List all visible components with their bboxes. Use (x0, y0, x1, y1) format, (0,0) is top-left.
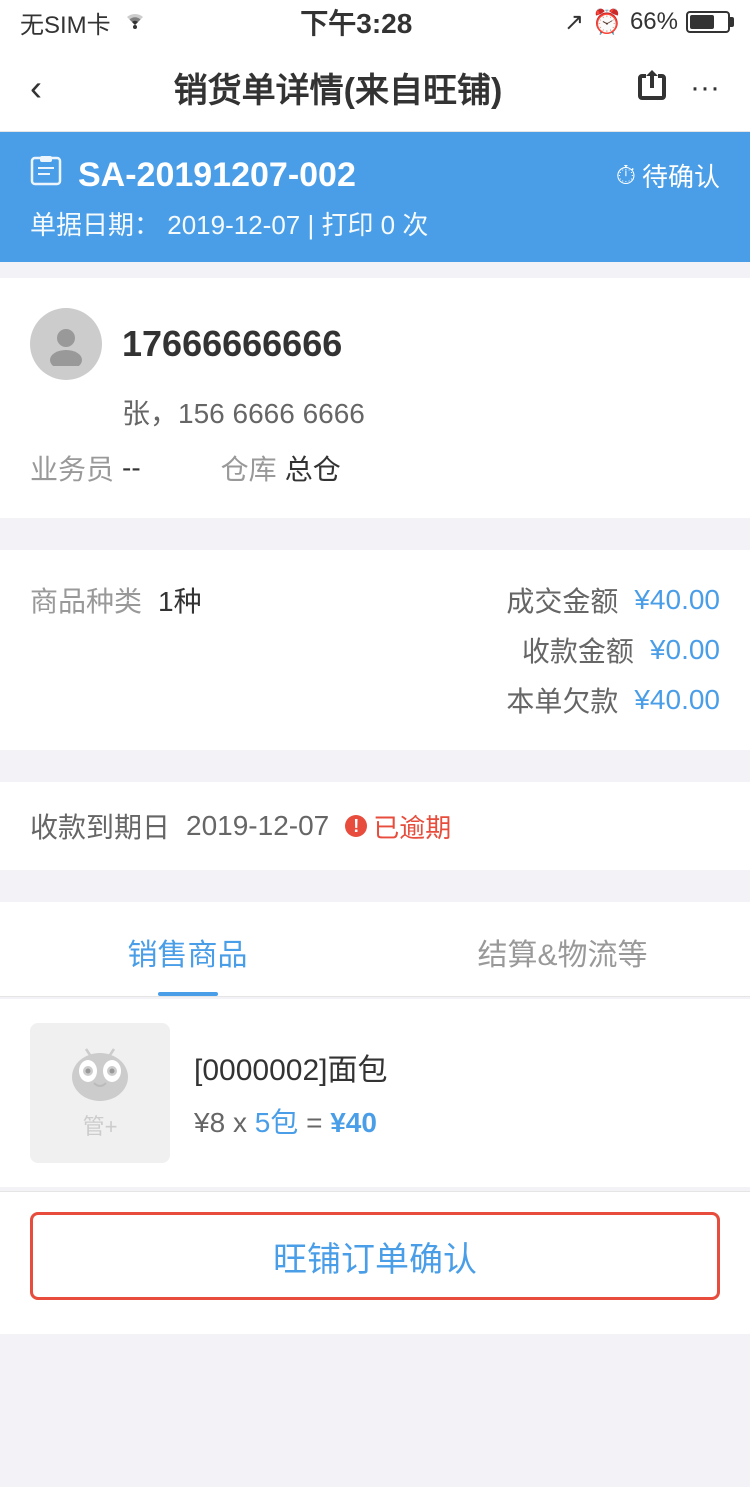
customer-name-phone: 张，156 6666 6666 (30, 392, 720, 432)
overdue-badge: ! 已逾期 (345, 808, 451, 845)
product-item: 管+ [0000002]面包 ¥8 x 5包 = ¥40 (30, 1023, 720, 1163)
order-date: 单据日期： 2019-12-07 | 打印 0 次 (30, 205, 720, 242)
customer-phone: 17666666666 (122, 323, 342, 365)
product-owl-text: 管+ (83, 1109, 118, 1141)
sales-value: -- (122, 452, 141, 484)
overdue-icon: ! (345, 815, 367, 837)
page-title: 销货单详情(来自旺铺) (174, 63, 503, 112)
owed-value: ¥40.00 (634, 684, 720, 716)
summary-section: 商品种类 1种 成交金额 ¥40.00 收款金额 ¥0.00 本单欠款 ¥40.… (0, 550, 750, 750)
customer-section: 17666666666 张，156 6666 6666 业务员 -- 仓库 总仓 (0, 278, 750, 518)
status-clock-icon: ⏱ (616, 160, 636, 192)
nav-actions: ··· (634, 66, 720, 110)
received-value: ¥0.00 (650, 634, 720, 666)
status-right: ↗ ⏰ 66% (564, 8, 730, 37)
product-type-label: 商品种类 (30, 580, 142, 620)
owed-label: 本单欠款 (506, 680, 618, 720)
product-type-value: 1种 (158, 580, 202, 620)
separator-1 (0, 518, 750, 534)
more-button[interactable]: ··· (690, 71, 720, 105)
wifi-icon (121, 8, 149, 36)
sales-label: 业务员 (30, 448, 114, 488)
bottom-bar: 旺铺订单确认 (0, 1191, 750, 1334)
confirm-button[interactable]: 旺铺订单确认 (30, 1212, 720, 1300)
due-section: 收款到期日 2019-12-07 ! 已逾期 (0, 782, 750, 870)
summary-amounts: 成交金额 ¥40.00 收款金额 ¥0.00 本单欠款 ¥40.00 (506, 580, 720, 720)
product-info: [0000002]面包 ¥8 x 5包 = ¥40 (194, 1045, 720, 1141)
unit-price: ¥8 (194, 1107, 225, 1138)
product-thumbnail: 管+ (30, 1023, 170, 1163)
carrier-label: 无SIM卡 (20, 5, 111, 40)
product-owl-logo: 管+ (60, 1045, 140, 1141)
order-id-section: SA-20191207-002 (30, 156, 356, 195)
transaction-value: ¥40.00 (634, 584, 720, 616)
separator-3 (0, 870, 750, 886)
customer-meta: 业务员 -- 仓库 总仓 (30, 448, 720, 488)
equals-sign: = (306, 1107, 330, 1138)
share-button[interactable] (634, 66, 670, 110)
battery-percent: 66% (630, 8, 678, 36)
avatar (30, 308, 102, 380)
status-text: 待确认 (642, 157, 720, 194)
separator-2 (0, 750, 750, 766)
status-left: 无SIM卡 (20, 5, 149, 40)
product-name: [0000002]面包 (194, 1045, 720, 1089)
order-id-text: SA-20191207-002 (78, 156, 356, 195)
due-date: 2019-12-07 (186, 810, 329, 842)
back-button[interactable]: ‹ (30, 67, 42, 109)
alarm-icon: ⏰ (592, 8, 622, 37)
overdue-text: 已逾期 (373, 808, 451, 845)
product-price: ¥8 x 5包 = ¥40 (194, 1101, 720, 1141)
tab-settlement[interactable]: 结算&物流等 (375, 902, 750, 996)
due-label: 收款到期日 (30, 806, 170, 846)
location-icon: ↗ (564, 8, 584, 37)
transaction-label: 成交金额 (506, 580, 618, 620)
product-section: 管+ [0000002]面包 ¥8 x 5包 = ¥40 (0, 999, 750, 1187)
total-price: ¥40 (330, 1107, 377, 1138)
warehouse-label: 仓库 (221, 448, 277, 488)
warehouse-value: 总仓 (285, 448, 341, 488)
received-label: 收款金额 (522, 630, 634, 670)
quantity: 5包 (255, 1107, 299, 1138)
nav-bar: ‹ 销货单详情(来自旺铺) ··· (0, 44, 750, 132)
status-time: 下午3:28 (300, 2, 412, 42)
tabs-section: 销售商品 结算&物流等 (0, 902, 750, 997)
tab-products[interactable]: 销售商品 (0, 902, 375, 996)
battery-icon (686, 11, 730, 33)
order-status: ⏱ 待确认 (616, 157, 720, 194)
status-bar: 无SIM卡 下午3:28 ↗ ⏰ 66% (0, 0, 750, 44)
multiply-sign: x (233, 1107, 255, 1138)
order-icon (30, 156, 66, 195)
order-header: SA-20191207-002 ⏱ 待确认 单据日期： 2019-12-07 |… (0, 132, 750, 262)
